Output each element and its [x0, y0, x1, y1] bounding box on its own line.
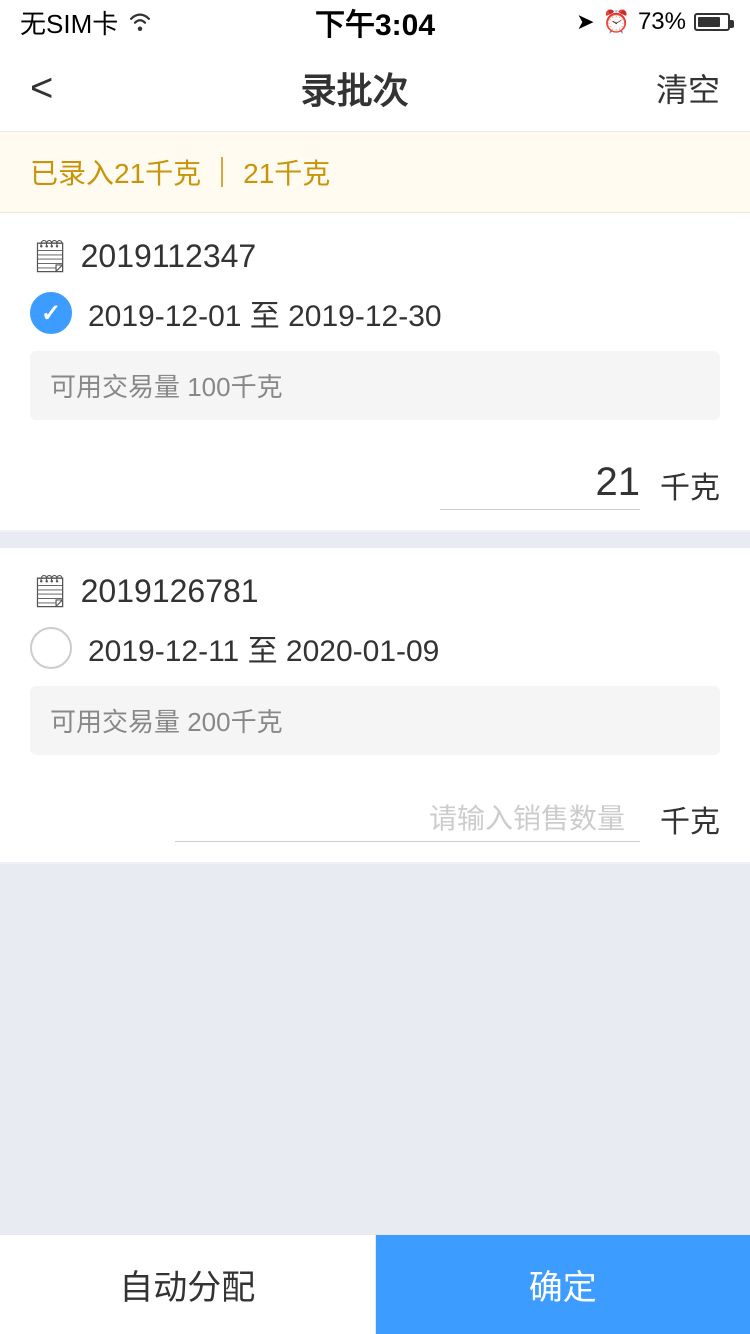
batch-2-date-row[interactable]: 2019-12-11 至 2020-01-09 [0, 618, 750, 686]
status-time: 下午3:04 [315, 0, 435, 44]
batch-2-qty-input[interactable] [175, 795, 640, 842]
status-right: ➤ ⏰ 73% [576, 8, 730, 36]
batch-1-avail: 可用交易量 100千克 [30, 351, 720, 420]
location-icon: ➤ [576, 9, 594, 35]
back-button[interactable]: < [30, 68, 53, 108]
battery-icon [694, 13, 730, 31]
batch-1-qty-underline: 21 [440, 460, 640, 510]
batch-card-1: 🗒 2019112347 2019-12-01 至 2019-12-30 可用交… [0, 213, 750, 530]
batch-2-avail-text: 可用交易量 200千克 [50, 707, 283, 737]
carrier-text: 无SIM卡 [20, 4, 118, 41]
batch-2-unit-label: 千克 [660, 797, 720, 841]
batch-card-2: 🗒 2019126781 2019-12-11 至 2020-01-09 可用交… [0, 548, 750, 862]
battery-text: 73% [638, 8, 686, 36]
batch-1-date-row[interactable]: 2019-12-01 至 2019-12-30 [0, 283, 750, 351]
info-value: 21千克 [243, 152, 330, 192]
page-title: 录批次 [301, 62, 409, 114]
batch-1-avail-text: 可用交易量 100千克 [50, 372, 283, 402]
batch-1-icon: 🗒 [30, 237, 71, 275]
confirm-button[interactable]: 确定 [376, 1235, 750, 1334]
bottom-bar: 自动分配 确定 [0, 1234, 750, 1334]
nav-bar: < 录批次 清空 [0, 44, 750, 132]
wifi-icon [126, 7, 154, 38]
batch-1-header: 🗒 2019112347 [0, 213, 750, 283]
batch-2-number: 2019126781 [81, 573, 259, 610]
batch-2-header: 🗒 2019126781 [0, 548, 750, 618]
status-bar: 无SIM卡 下午3:04 ➤ ⏰ 73% [0, 0, 750, 44]
clear-button[interactable]: 清空 [656, 65, 720, 111]
auto-assign-button[interactable]: 自动分配 [0, 1235, 376, 1334]
batch-1-qty-unit: 千克 [660, 463, 720, 507]
batch-2-avail: 可用交易量 200千克 [30, 686, 720, 755]
alarm-icon: ⏰ [603, 9, 630, 35]
batch-1-date: 2019-12-01 至 2019-12-30 [88, 291, 442, 335]
batch-1-qty-row: 21 千克 [0, 444, 750, 530]
info-recorded-label: 已录入21千克 [30, 152, 201, 192]
batch-1-qty-value: 21 [596, 460, 641, 504]
batch-2-icon: 🗒 [30, 572, 71, 610]
batch-1-radio[interactable] [30, 292, 72, 334]
gray-area [0, 864, 750, 1264]
batch-2-radio[interactable] [30, 627, 72, 669]
batch-2-date: 2019-12-11 至 2020-01-09 [88, 626, 439, 670]
batch-1-number: 2019112347 [81, 238, 257, 275]
info-banner: 已录入21千克 21千克 [0, 132, 750, 213]
section-divider [0, 532, 750, 548]
status-left: 无SIM卡 [20, 4, 154, 41]
info-divider [221, 157, 223, 187]
batch-2-input-row[interactable]: 千克 [0, 779, 750, 862]
